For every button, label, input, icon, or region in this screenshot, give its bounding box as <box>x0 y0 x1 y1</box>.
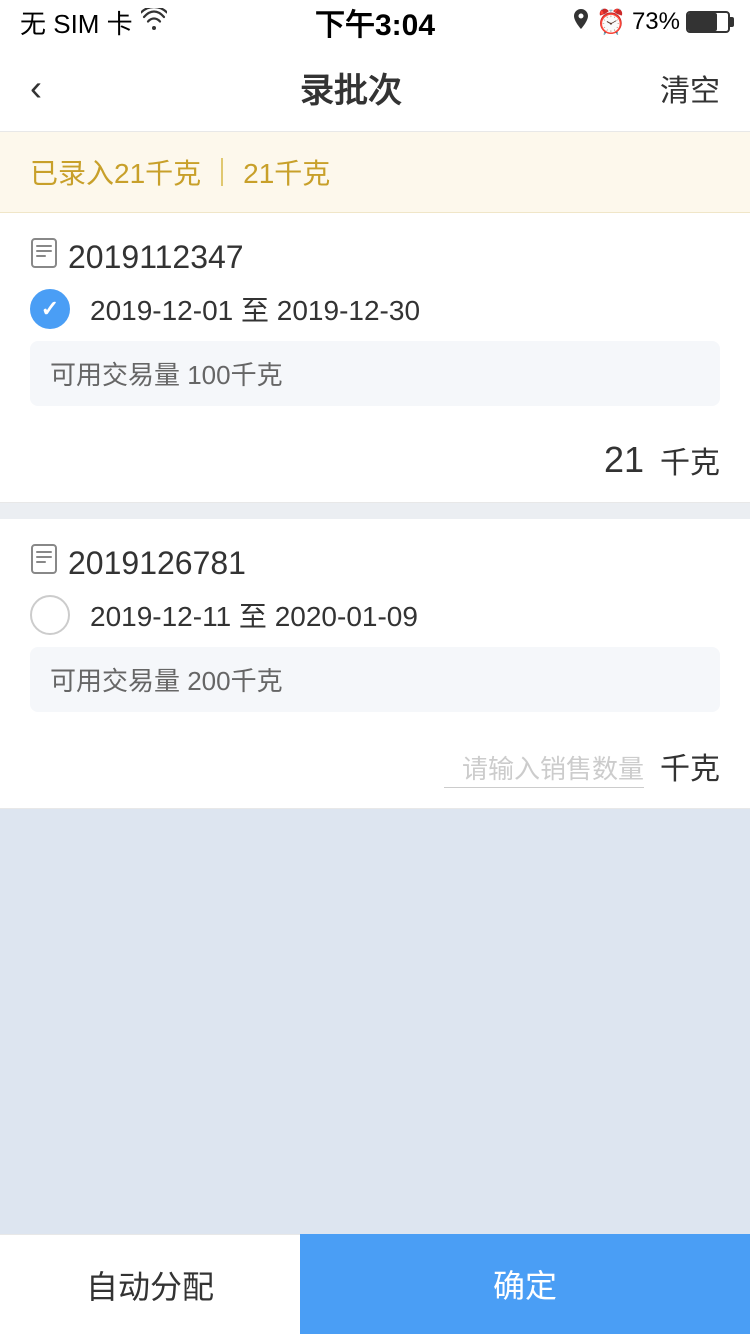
clear-button[interactable]: 清空 <box>660 66 720 110</box>
batch-date-row-2[interactable]: 2019-12-11 至 2020-01-09 <box>0 595 750 647</box>
card-divider <box>0 503 750 519</box>
location-icon <box>572 8 590 37</box>
batch-availability-2: 可用交易量 200千克 <box>30 647 720 712</box>
confirm-button[interactable]: 确定 <box>300 1234 750 1334</box>
batch-card-2: 2019126781 2019-12-11 至 2020-01-09 可用交易量… <box>0 519 750 809</box>
batch-availability-1: 可用交易量 100千克 <box>30 341 720 406</box>
batch-number-1: 2019112347 <box>68 239 244 276</box>
battery-percent: 73% <box>632 8 680 36</box>
alarm-icon: ⏰ <box>596 8 626 37</box>
time-display: 下午3:04 <box>315 0 435 44</box>
quantity-unit-1: 千克 <box>660 438 720 482</box>
batch-number-2: 2019126781 <box>68 545 246 582</box>
wifi-icon <box>141 8 167 36</box>
batch-card-1: 2019112347 2019-12-01 至 2019-12-30 可用交易量… <box>0 213 750 503</box>
quantity-row-2[interactable]: 千克 <box>0 728 750 809</box>
summary-divider <box>221 158 223 186</box>
bottom-buttons: 自动分配 确定 <box>0 1234 750 1334</box>
batch-header-1: 2019112347 <box>0 213 750 289</box>
quantity-input-2[interactable] <box>444 745 644 788</box>
batch-header-2: 2019126781 <box>0 519 750 595</box>
radio-btn-1[interactable] <box>30 289 70 329</box>
summary-label: 已录入21千克 <box>30 152 201 192</box>
batch-doc-icon-2 <box>30 543 58 583</box>
summary-value: 21千克 <box>243 152 330 192</box>
radio-btn-2[interactable] <box>30 595 70 635</box>
back-button[interactable]: ‹ <box>30 67 42 109</box>
summary-banner: 已录入21千克 21千克 <box>0 132 750 213</box>
quantity-unit-2: 千克 <box>660 744 720 788</box>
status-bar: 无 SIM 卡 下午3:04 ⏰ 73% <box>0 0 750 44</box>
quantity-value-1: 21 <box>604 439 644 481</box>
nav-bar: ‹ 录批次 清空 <box>0 44 750 132</box>
battery-icon <box>686 11 730 33</box>
batch-date-row-1[interactable]: 2019-12-01 至 2019-12-30 <box>0 289 750 341</box>
batch-doc-icon-1 <box>30 237 58 277</box>
auto-distribute-button[interactable]: 自动分配 <box>0 1234 300 1334</box>
batch-date-2: 2019-12-11 至 2020-01-09 <box>90 595 418 635</box>
page-title: 录批次 <box>300 63 402 112</box>
quantity-row-1: 21 千克 <box>0 422 750 503</box>
sim-text: 无 SIM 卡 <box>20 4 133 41</box>
status-left: 无 SIM 卡 <box>20 4 167 41</box>
batch-date-1: 2019-12-01 至 2019-12-30 <box>90 289 420 329</box>
status-right: ⏰ 73% <box>572 8 730 37</box>
